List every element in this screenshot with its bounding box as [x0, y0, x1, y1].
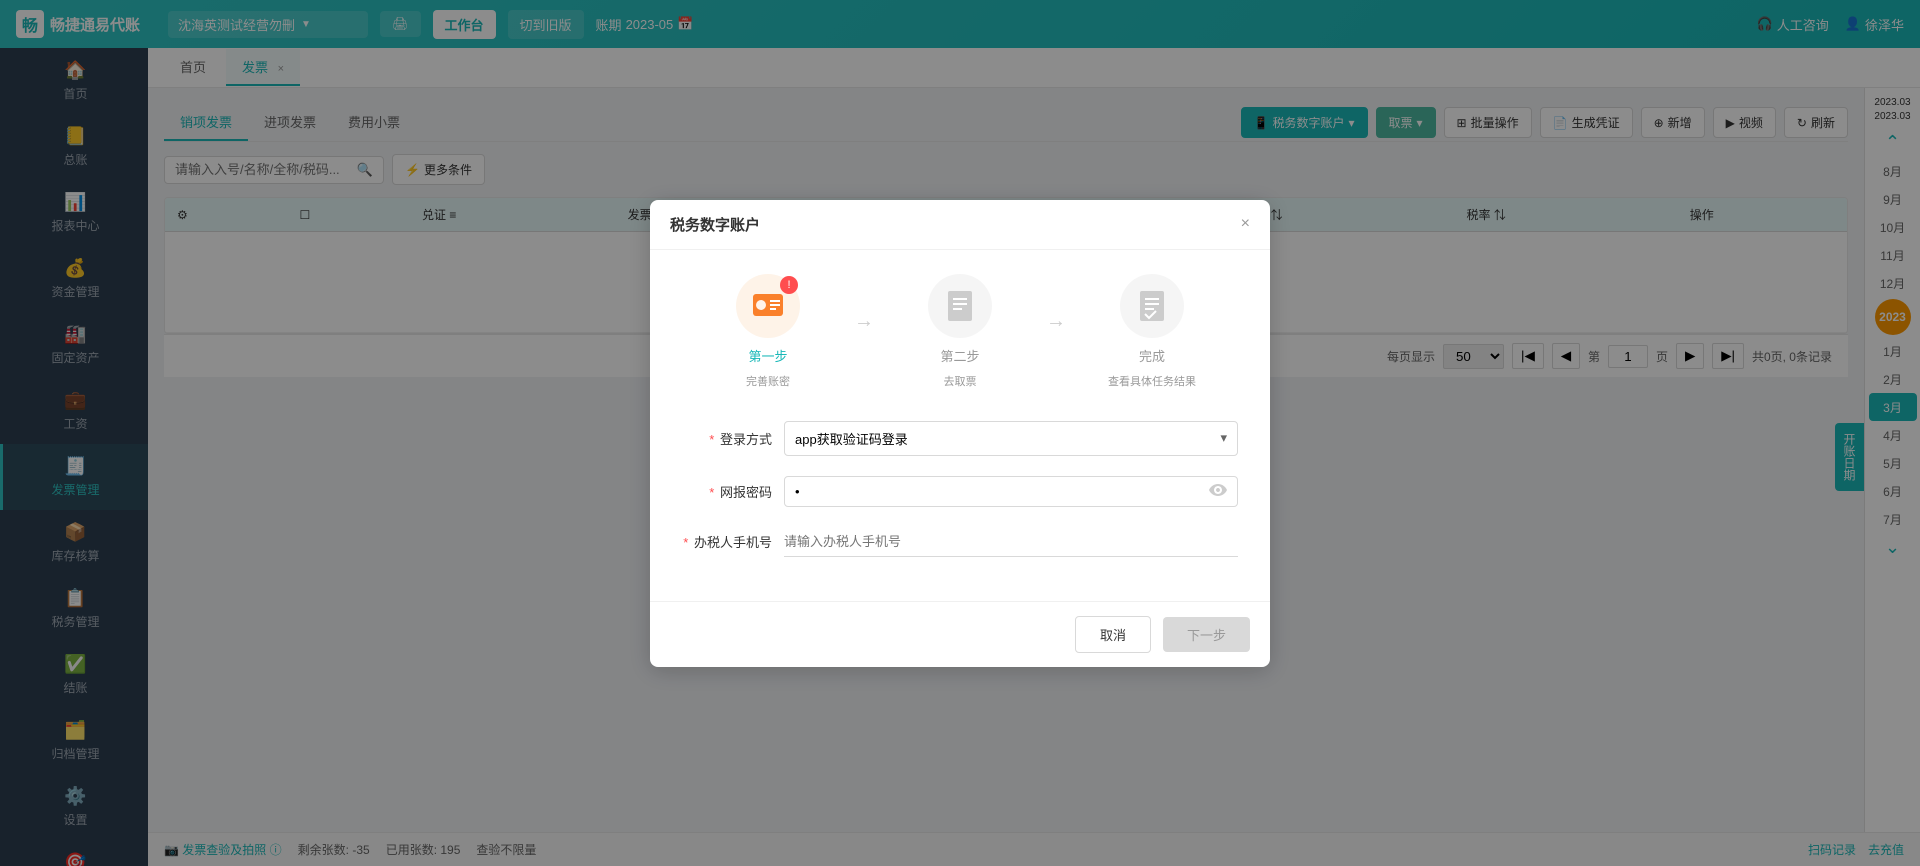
step-2: 第二步 去取票 — [874, 274, 1046, 389]
phone-field-wrap — [784, 527, 1238, 557]
password-input[interactable] — [795, 484, 1209, 499]
login-method-row: * 登录方式 app获取验证码登录 ▾ — [682, 421, 1238, 456]
step-arrow-2: → — [1046, 310, 1066, 333]
step-1-sublabel: 完善账密 — [746, 373, 790, 389]
login-method-select[interactable]: app获取验证码登录 ▾ — [784, 421, 1238, 456]
step-3-svg — [1132, 286, 1172, 326]
phone-input[interactable] — [784, 534, 1238, 549]
step-1-label: 第一步 — [748, 346, 787, 365]
step-3-icon-wrap — [1120, 274, 1184, 338]
step-2-svg — [940, 286, 980, 326]
modal-overlay: 税务数字账户 × ! — [0, 0, 1920, 866]
step-2-label: 第二步 — [940, 346, 979, 365]
step-1-icon-wrap: ! — [736, 274, 800, 338]
eye-icon[interactable] — [1209, 484, 1227, 499]
phone-label: * 办税人手机号 — [682, 532, 772, 551]
step-3: 完成 查看具体任务结果 — [1066, 274, 1238, 389]
dialog-header: 税务数字账户 × — [650, 200, 1270, 250]
dialog-body: ! 第一步 完善账密 → — [650, 250, 1270, 601]
steps-indicator: ! 第一步 完善账密 → — [682, 274, 1238, 389]
step-arrow-1: → — [854, 310, 874, 333]
cancel-button[interactable]: 取消 — [1075, 616, 1151, 653]
step-2-icon-wrap — [928, 274, 992, 338]
phone-row: * 办税人手机号 — [682, 527, 1238, 557]
dialog-close-btn[interactable]: × — [1241, 215, 1250, 233]
step-2-sublabel: 去取票 — [944, 373, 977, 389]
login-method-label: * 登录方式 — [682, 429, 772, 448]
dialog-title: 税务数字账户 — [670, 214, 760, 235]
step-3-label: 完成 — [1139, 346, 1165, 365]
password-field-wrap — [784, 476, 1238, 507]
step-1-badge: ! — [780, 276, 798, 294]
password-label: * 网报密码 — [682, 482, 772, 501]
chevron-down-icon: ▾ — [1220, 430, 1227, 446]
next-button[interactable]: 下一步 — [1163, 617, 1250, 652]
tax-digital-dialog: 税务数字账户 × ! — [650, 200, 1270, 667]
password-row: * 网报密码 — [682, 476, 1238, 507]
login-method-value: app获取验证码登录 — [795, 429, 908, 448]
step-3-sublabel: 查看具体任务结果 — [1108, 373, 1196, 389]
step-1: ! 第一步 完善账密 — [682, 274, 854, 389]
dialog-footer: 取消 下一步 — [650, 601, 1270, 667]
